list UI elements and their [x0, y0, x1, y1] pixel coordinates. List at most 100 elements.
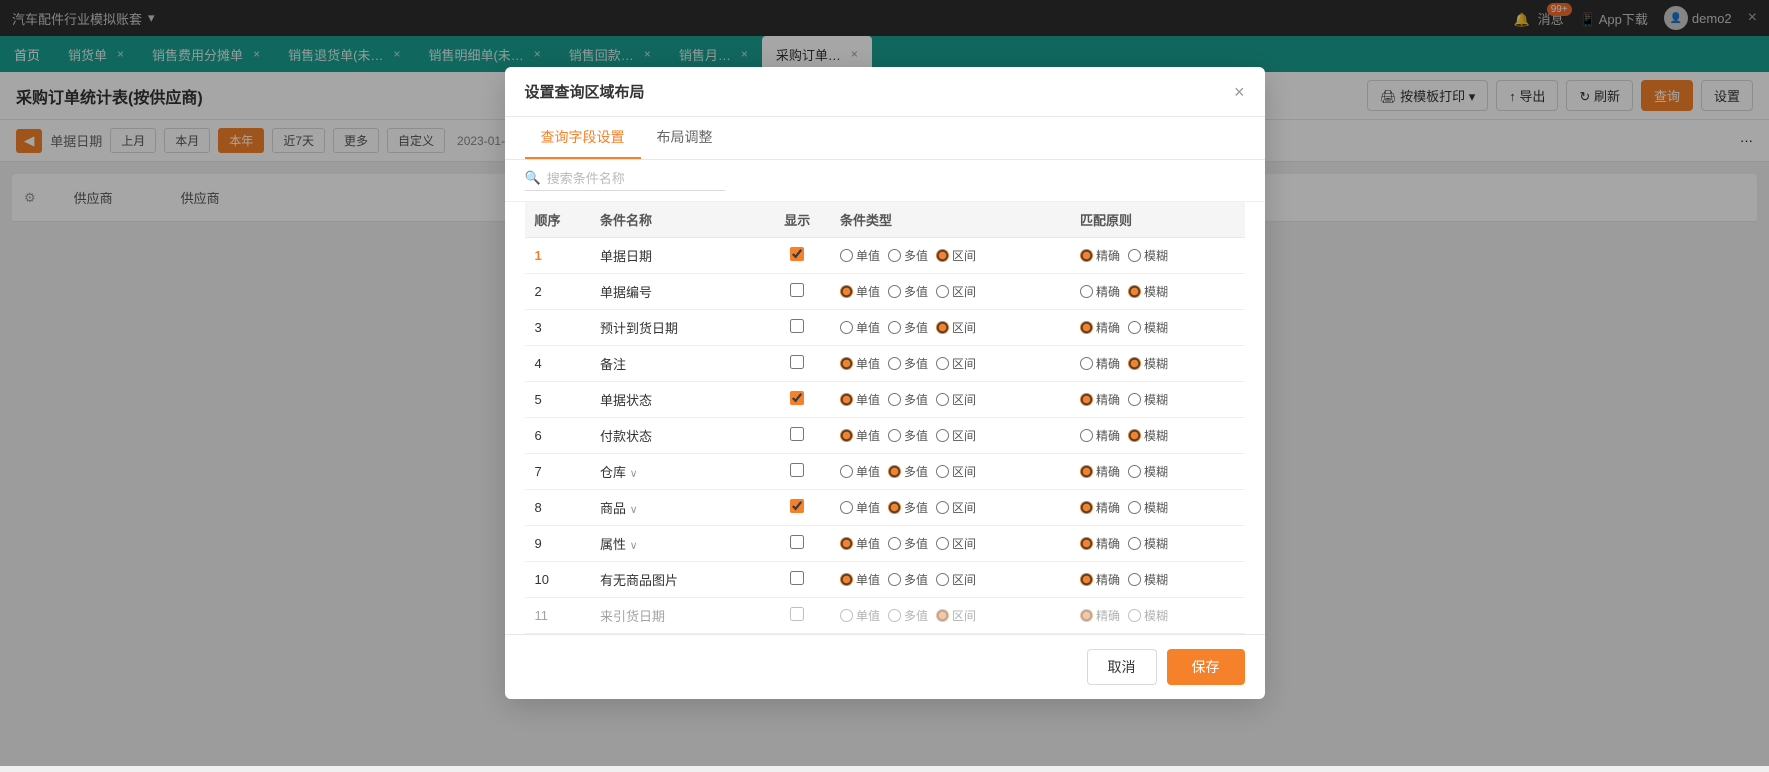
radio-type-单值[interactable]: 单值 — [840, 535, 880, 552]
cell-order: 9 — [525, 526, 590, 562]
tab-query-fields[interactable]: 查询字段设置 — [525, 117, 641, 159]
tab-layout-adjust[interactable]: 布局调整 — [641, 117, 729, 159]
radio-type-单值[interactable]: 单值 — [840, 607, 880, 624]
radio-match-模糊[interactable]: 模糊 — [1128, 355, 1168, 372]
radio-match-精确[interactable]: 精确 — [1080, 355, 1120, 372]
radio-match-精确[interactable]: 精确 — [1080, 607, 1120, 624]
radio-type-多值[interactable]: 多值 — [888, 571, 928, 588]
cell-match: 精确模糊 — [1070, 382, 1245, 418]
radio-type-单值[interactable]: 单值 — [840, 571, 880, 588]
radio-match-精确[interactable]: 精确 — [1080, 463, 1120, 480]
radio-match-精确[interactable]: 精确 — [1080, 283, 1120, 300]
modal-close-button[interactable]: × — [1234, 83, 1245, 101]
expand-icon[interactable]: ∨ — [630, 540, 638, 552]
radio-type-区间[interactable]: 区间 — [936, 499, 976, 516]
radio-match-模糊[interactable]: 模糊 — [1128, 391, 1168, 408]
radio-match-精确[interactable]: 精确 — [1080, 391, 1120, 408]
cell-type: 单值多值区间 — [830, 598, 1070, 634]
cell-match: 精确模糊 — [1070, 598, 1245, 634]
cell-display[interactable] — [764, 562, 829, 598]
display-checkbox[interactable] — [790, 571, 804, 585]
display-checkbox[interactable] — [790, 247, 804, 261]
cell-display[interactable] — [764, 310, 829, 346]
radio-type-单值[interactable]: 单值 — [840, 463, 880, 480]
cell-display[interactable] — [764, 454, 829, 490]
radio-match-模糊[interactable]: 模糊 — [1128, 427, 1168, 444]
modal-search-area: 🔍 — [505, 160, 1265, 202]
radio-type-多值[interactable]: 多值 — [888, 247, 928, 264]
radio-type-多值[interactable]: 多值 — [888, 319, 928, 336]
display-checkbox[interactable] — [790, 319, 804, 333]
radio-type-区间[interactable]: 区间 — [936, 463, 976, 480]
display-checkbox[interactable] — [790, 535, 804, 549]
radio-type-多值[interactable]: 多值 — [888, 355, 928, 372]
radio-type-区间[interactable]: 区间 — [936, 247, 976, 264]
display-checkbox[interactable] — [790, 427, 804, 441]
radio-match-精确[interactable]: 精确 — [1080, 535, 1120, 552]
radio-type-单值[interactable]: 单值 — [840, 247, 880, 264]
cell-order: 6 — [525, 418, 590, 454]
radio-match-模糊[interactable]: 模糊 — [1128, 499, 1168, 516]
radio-type-单值[interactable]: 单值 — [840, 319, 880, 336]
display-checkbox[interactable] — [790, 607, 804, 621]
cell-display[interactable] — [764, 346, 829, 382]
radio-type-单值[interactable]: 单值 — [840, 391, 880, 408]
display-checkbox[interactable] — [790, 283, 804, 297]
radio-match-模糊[interactable]: 模糊 — [1128, 571, 1168, 588]
radio-match-精确[interactable]: 精确 — [1080, 571, 1120, 588]
radio-type-多值[interactable]: 多值 — [888, 391, 928, 408]
radio-type-区间[interactable]: 区间 — [936, 535, 976, 552]
cell-name: 单据编号 — [590, 274, 765, 310]
search-input[interactable] — [547, 171, 725, 186]
table-row: 8商品 ∨单值多值区间精确模糊 — [525, 490, 1245, 526]
cell-match: 精确模糊 — [1070, 490, 1245, 526]
cell-match: 精确模糊 — [1070, 562, 1245, 598]
radio-type-区间[interactable]: 区间 — [936, 319, 976, 336]
radio-match-精确[interactable]: 精确 — [1080, 427, 1120, 444]
radio-type-区间[interactable]: 区间 — [936, 391, 976, 408]
radio-match-模糊[interactable]: 模糊 — [1128, 607, 1168, 624]
display-checkbox[interactable] — [790, 355, 804, 369]
cancel-button[interactable]: 取消 — [1087, 649, 1157, 685]
radio-type-区间[interactable]: 区间 — [936, 607, 976, 624]
table-row: 1单据日期单值多值区间精确模糊 — [525, 238, 1245, 274]
radio-match-精确[interactable]: 精确 — [1080, 247, 1120, 264]
radio-type-多值[interactable]: 多值 — [888, 499, 928, 516]
cell-display[interactable] — [764, 598, 829, 634]
radio-type-多值[interactable]: 多值 — [888, 535, 928, 552]
cell-display[interactable] — [764, 526, 829, 562]
radio-type-单值[interactable]: 单值 — [840, 499, 880, 516]
cell-display[interactable] — [764, 238, 829, 274]
radio-type-区间[interactable]: 区间 — [936, 283, 976, 300]
radio-match-模糊[interactable]: 模糊 — [1128, 319, 1168, 336]
cell-display[interactable] — [764, 274, 829, 310]
expand-icon[interactable]: ∨ — [630, 468, 638, 480]
radio-type-多值[interactable]: 多值 — [888, 463, 928, 480]
radio-match-模糊[interactable]: 模糊 — [1128, 247, 1168, 264]
table-row: 7仓库 ∨单值多值区间精确模糊 — [525, 454, 1245, 490]
display-checkbox[interactable] — [790, 391, 804, 405]
radio-type-多值[interactable]: 多值 — [888, 607, 928, 624]
radio-type-单值[interactable]: 单值 — [840, 283, 880, 300]
display-checkbox[interactable] — [790, 463, 804, 477]
radio-type-区间[interactable]: 区间 — [936, 355, 976, 372]
radio-type-区间[interactable]: 区间 — [936, 571, 976, 588]
cell-display[interactable] — [764, 418, 829, 454]
radio-match-模糊[interactable]: 模糊 — [1128, 283, 1168, 300]
radio-match-精确[interactable]: 精确 — [1080, 319, 1120, 336]
expand-icon[interactable]: ∨ — [630, 504, 638, 516]
cell-display[interactable] — [764, 490, 829, 526]
radio-type-多值[interactable]: 多值 — [888, 283, 928, 300]
cell-display[interactable] — [764, 382, 829, 418]
radio-type-单值[interactable]: 单值 — [840, 355, 880, 372]
save-button[interactable]: 保存 — [1167, 649, 1245, 685]
radio-type-单值[interactable]: 单值 — [840, 427, 880, 444]
radio-match-模糊[interactable]: 模糊 — [1128, 535, 1168, 552]
radio-type-区间[interactable]: 区间 — [936, 427, 976, 444]
radio-match-模糊[interactable]: 模糊 — [1128, 463, 1168, 480]
radio-match-精确[interactable]: 精确 — [1080, 499, 1120, 516]
radio-type-多值[interactable]: 多值 — [888, 427, 928, 444]
display-checkbox[interactable] — [790, 499, 804, 513]
modal-title: 设置查询区域布局 — [525, 81, 645, 102]
cell-name: 来引货日期 — [590, 598, 765, 634]
